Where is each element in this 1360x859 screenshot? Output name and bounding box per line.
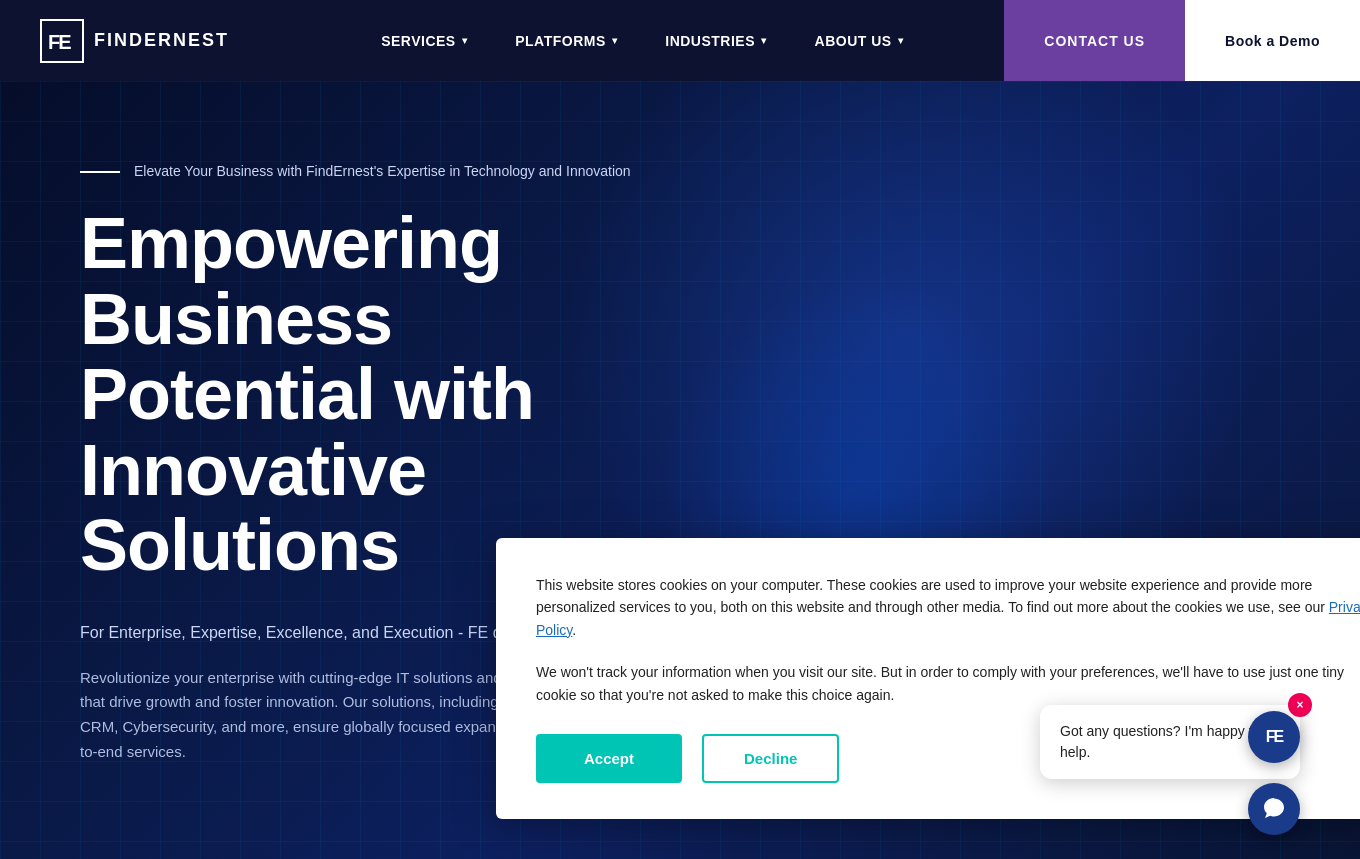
hero-title: Empowering Business Potential with Innov…	[80, 206, 640, 584]
cookie-text-2: We won't track your information when you…	[536, 661, 1360, 706]
chat-widget-button[interactable]	[1248, 783, 1300, 835]
cookie-text-1: This website stores cookies on your comp…	[536, 574, 1360, 641]
nav-item-about[interactable]: ABOUT US ▾	[791, 0, 928, 81]
logo-text: FINDERNEST	[94, 30, 229, 51]
tagline-line-decoration	[80, 171, 120, 173]
chat-message: Got any questions? I'm happy to help.	[1060, 723, 1260, 760]
book-demo-button[interactable]: Book a Demo	[1185, 0, 1360, 81]
contact-us-button[interactable]: CONTACT US	[1004, 0, 1185, 81]
logo-icon: FE	[40, 19, 84, 63]
chevron-down-icon: ▾	[898, 35, 904, 46]
chevron-down-icon: ▾	[612, 35, 618, 46]
nav-item-industries[interactable]: INDUSTRIES ▾	[641, 0, 790, 81]
nav-item-platforms[interactable]: PLATFORMS ▾	[491, 0, 641, 81]
nav-item-services[interactable]: SERVICES ▾	[357, 0, 491, 81]
chat-fe-icon[interactable]: FE	[1248, 711, 1300, 763]
chevron-down-icon: ▾	[462, 35, 468, 46]
cookie-decline-button[interactable]: Decline	[702, 734, 839, 783]
nav-links: SERVICES ▾ PLATFORMS ▾ INDUSTRIES ▾ ABOU…	[280, 0, 1004, 81]
cookie-accept-button[interactable]: Accept	[536, 734, 682, 783]
chevron-down-icon: ▾	[761, 35, 767, 46]
hero-tagline-block: Elevate Your Business with FindErnest's …	[80, 161, 640, 182]
nav-right: CONTACT US Book a Demo	[1004, 0, 1360, 81]
hero-tagline-text: Elevate Your Business with FindErnest's …	[134, 161, 631, 182]
navbar: FE FINDERNEST SERVICES ▾ PLATFORMS ▾ IND…	[0, 0, 1360, 81]
logo-link[interactable]: FE FINDERNEST	[0, 19, 280, 63]
chat-close-button[interactable]: ×	[1288, 693, 1312, 717]
svg-text:FE: FE	[48, 31, 71, 53]
